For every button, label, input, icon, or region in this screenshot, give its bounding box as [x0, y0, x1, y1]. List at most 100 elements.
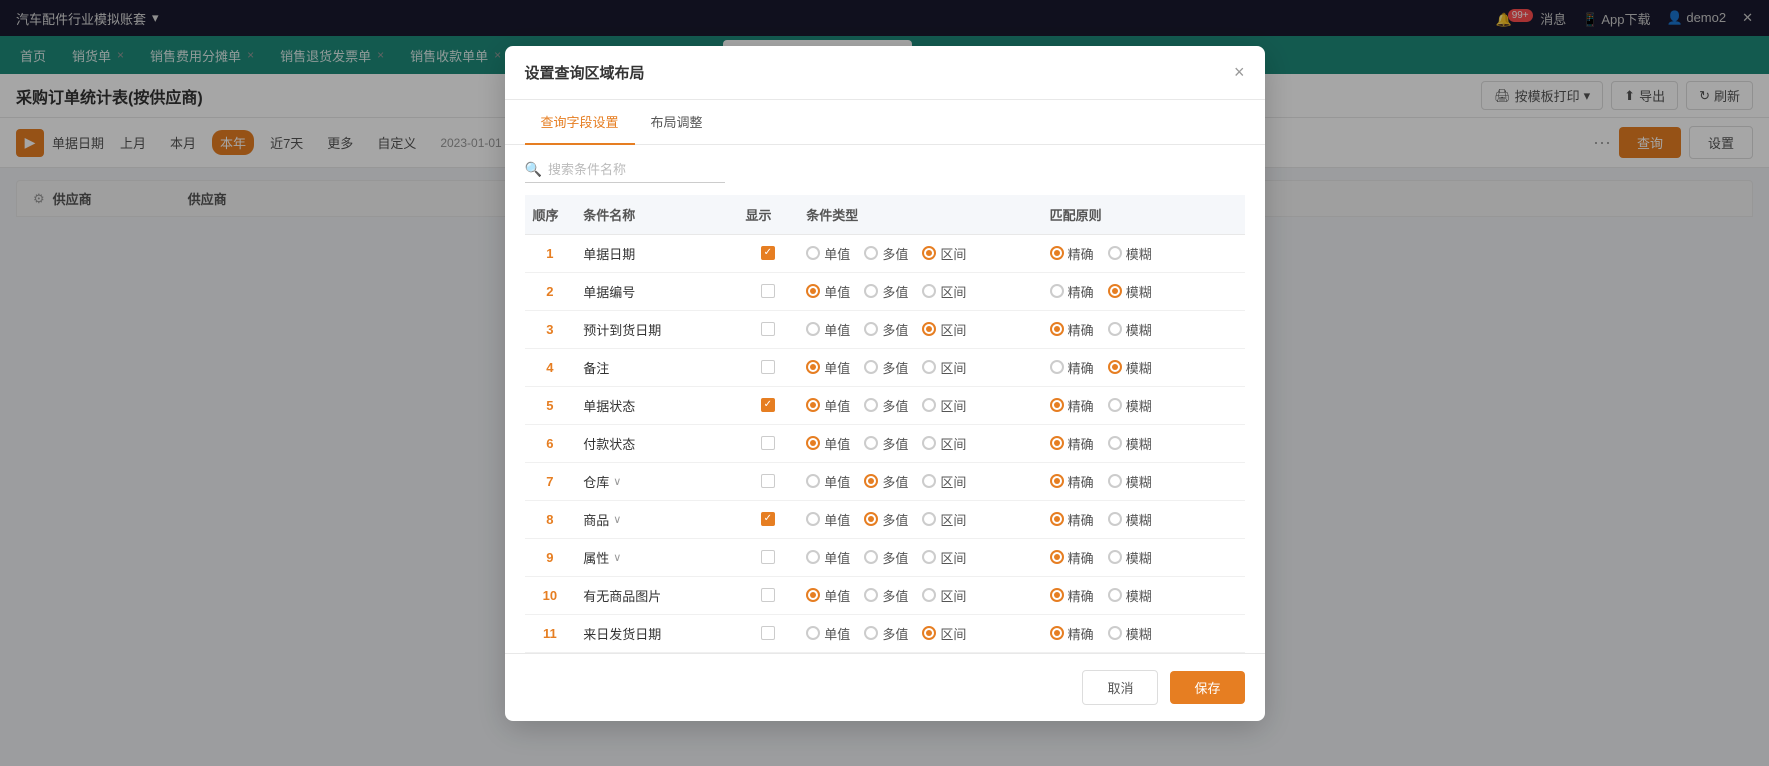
match-fuzzy-1[interactable]: 模糊	[1108, 244, 1152, 263]
match-exact-5[interactable]: 精确	[1050, 396, 1094, 415]
show-checkbox-11[interactable]	[761, 626, 775, 640]
row-match-8: 精确模糊	[1042, 500, 1245, 538]
row-type-9: 单值多值区间	[798, 538, 1041, 576]
match-fuzzy-6[interactable]: 模糊	[1108, 434, 1152, 453]
type-multi-10[interactable]: 多值	[864, 586, 908, 605]
row-match-4: 精确模糊	[1042, 348, 1245, 386]
type-range-5[interactable]: 区间	[922, 396, 966, 415]
match-exact-6[interactable]: 精确	[1050, 434, 1094, 453]
row-show-6	[737, 424, 798, 462]
match-exact-4[interactable]: 精确	[1050, 358, 1094, 377]
row-name-3: 预计到货日期	[575, 310, 737, 348]
type-single-6[interactable]: 单值	[806, 434, 850, 453]
modal-header: 设置查询区域布局 ×	[505, 46, 1265, 100]
type-range-10[interactable]: 区间	[922, 586, 966, 605]
match-exact-7[interactable]: 精确	[1050, 472, 1094, 491]
cancel-button[interactable]: 取消	[1082, 670, 1158, 705]
type-range-2[interactable]: 区间	[922, 282, 966, 301]
match-exact-11[interactable]: 精确	[1050, 624, 1094, 643]
row-show-10	[737, 576, 798, 614]
type-multi-3[interactable]: 多值	[864, 320, 908, 339]
expand-arrow-icon[interactable]: ∨	[613, 475, 621, 488]
search-box: 🔍	[525, 157, 725, 183]
modal-footer: 取消 保存	[505, 653, 1265, 721]
table-row: 4备注单值多值区间精确模糊	[525, 348, 1245, 386]
type-range-9[interactable]: 区间	[922, 548, 966, 567]
type-single-1[interactable]: 单值	[806, 244, 850, 263]
type-single-10[interactable]: 单值	[806, 586, 850, 605]
match-exact-10[interactable]: 精确	[1050, 586, 1094, 605]
match-exact-1[interactable]: 精确	[1050, 244, 1094, 263]
type-single-8[interactable]: 单值	[806, 510, 850, 529]
row-show-11	[737, 614, 798, 652]
type-range-1[interactable]: 区间	[922, 244, 966, 263]
type-multi-7[interactable]: 多值	[864, 472, 908, 491]
type-multi-4[interactable]: 多值	[864, 358, 908, 377]
show-checkbox-6[interactable]	[761, 436, 775, 450]
match-fuzzy-9[interactable]: 模糊	[1108, 548, 1152, 567]
match-exact-9[interactable]: 精确	[1050, 548, 1094, 567]
match-fuzzy-5[interactable]: 模糊	[1108, 396, 1152, 415]
modal-close-btn[interactable]: ×	[1234, 63, 1245, 81]
type-single-11[interactable]: 单值	[806, 624, 850, 643]
modal-tabs: 查询字段设置 布局调整	[505, 100, 1265, 145]
row-match-9: 精确模糊	[1042, 538, 1245, 576]
type-multi-11[interactable]: 多值	[864, 624, 908, 643]
type-range-3[interactable]: 区间	[922, 320, 966, 339]
match-exact-2[interactable]: 精确	[1050, 282, 1094, 301]
type-range-6[interactable]: 区间	[922, 434, 966, 453]
save-button[interactable]: 保存	[1170, 671, 1244, 704]
row-order-3: 3	[525, 310, 576, 348]
type-multi-6[interactable]: 多值	[864, 434, 908, 453]
type-single-2[interactable]: 单值	[806, 282, 850, 301]
row-show-3	[737, 310, 798, 348]
match-fuzzy-7[interactable]: 模糊	[1108, 472, 1152, 491]
row-show-1	[737, 234, 798, 272]
match-fuzzy-8[interactable]: 模糊	[1108, 510, 1152, 529]
type-multi-9[interactable]: 多值	[864, 548, 908, 567]
tab-layout-adjust[interactable]: 布局调整	[635, 100, 719, 145]
type-range-7[interactable]: 区间	[922, 472, 966, 491]
type-single-7[interactable]: 单值	[806, 472, 850, 491]
show-checkbox-7[interactable]	[761, 474, 775, 488]
show-checkbox-8[interactable]	[761, 512, 775, 526]
show-checkbox-3[interactable]	[761, 322, 775, 336]
type-multi-5[interactable]: 多值	[864, 396, 908, 415]
type-range-4[interactable]: 区间	[922, 358, 966, 377]
type-single-4[interactable]: 单值	[806, 358, 850, 377]
tab-query-fields[interactable]: 查询字段设置	[525, 100, 635, 145]
table-row: 5单据状态单值多值区间精确模糊	[525, 386, 1245, 424]
match-fuzzy-10[interactable]: 模糊	[1108, 586, 1152, 605]
type-multi-8[interactable]: 多值	[864, 510, 908, 529]
row-type-8: 单值多值区间	[798, 500, 1041, 538]
row-name-7: 仓库∨	[575, 462, 737, 500]
row-type-2: 单值多值区间	[798, 272, 1041, 310]
type-multi-2[interactable]: 多值	[864, 282, 908, 301]
match-fuzzy-4[interactable]: 模糊	[1108, 358, 1152, 377]
row-name-10: 有无商品图片	[575, 576, 737, 614]
th-name: 条件名称	[575, 195, 737, 235]
show-checkbox-5[interactable]	[761, 398, 775, 412]
show-checkbox-10[interactable]	[761, 588, 775, 602]
show-checkbox-9[interactable]	[761, 550, 775, 564]
show-checkbox-2[interactable]	[761, 284, 775, 298]
type-single-9[interactable]: 单值	[806, 548, 850, 567]
match-fuzzy-2[interactable]: 模糊	[1108, 282, 1152, 301]
type-range-11[interactable]: 区间	[922, 624, 966, 643]
search-input[interactable]	[548, 162, 708, 177]
show-checkbox-4[interactable]	[761, 360, 775, 374]
type-single-3[interactable]: 单值	[806, 320, 850, 339]
match-fuzzy-3[interactable]: 模糊	[1108, 320, 1152, 339]
type-range-8[interactable]: 区间	[922, 510, 966, 529]
show-checkbox-1[interactable]	[761, 246, 775, 260]
row-type-7: 单值多值区间	[798, 462, 1041, 500]
table-row: 10有无商品图片单值多值区间精确模糊	[525, 576, 1245, 614]
match-fuzzy-11[interactable]: 模糊	[1108, 624, 1152, 643]
expand-arrow-icon[interactable]: ∨	[613, 551, 621, 564]
row-show-7	[737, 462, 798, 500]
type-single-5[interactable]: 单值	[806, 396, 850, 415]
match-exact-8[interactable]: 精确	[1050, 510, 1094, 529]
match-exact-3[interactable]: 精确	[1050, 320, 1094, 339]
type-multi-1[interactable]: 多值	[864, 244, 908, 263]
expand-arrow-icon[interactable]: ∨	[613, 513, 621, 526]
